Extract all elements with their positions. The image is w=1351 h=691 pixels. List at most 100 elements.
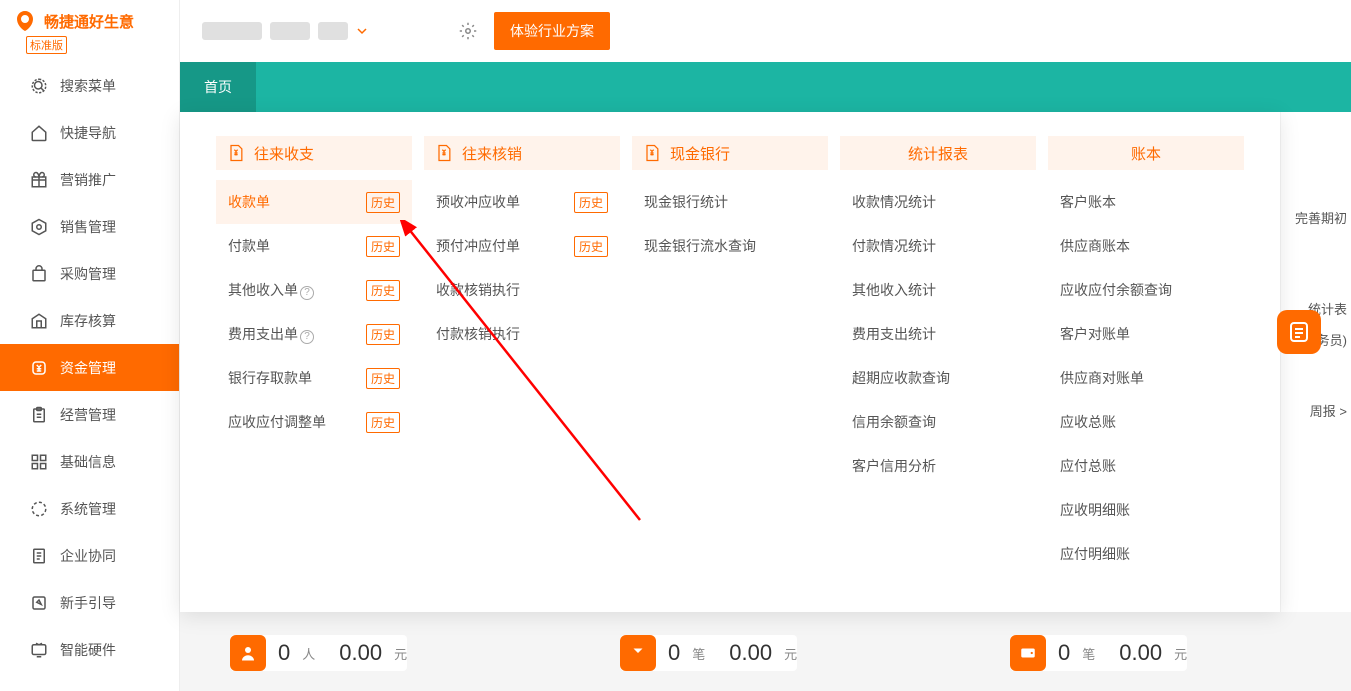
menu-item[interactable]: 收款核销执行 xyxy=(424,268,620,312)
document-icon xyxy=(434,143,454,163)
menu-item[interactable]: 应收应付调整单历史 xyxy=(216,400,412,444)
menu-item[interactable]: 客户对账单 xyxy=(1048,312,1244,356)
doc-icon xyxy=(30,547,48,565)
menu-item[interactable]: 供应商账本 xyxy=(1048,224,1244,268)
menu-item[interactable]: 信用余额查询 xyxy=(840,400,1036,444)
menu-item[interactable]: 超期应收款查询 xyxy=(840,356,1036,400)
stat-amount: 0.00 xyxy=(729,640,772,666)
compass-icon xyxy=(30,594,48,612)
right-panel-peek: 完善期初 统计表 务员) 周报 > xyxy=(1281,112,1351,612)
sidebar-item-label: 系统管理 xyxy=(60,499,116,519)
document-icon xyxy=(642,143,662,163)
menu-item-label: 供应商账本 xyxy=(1060,236,1130,256)
menu-item-label: 付款核销执行 xyxy=(436,324,520,344)
menu-column-4: 账本客户账本供应商账本应收应付余额查询客户对账单供应商对账单应收总账应付总账应收… xyxy=(1042,136,1250,588)
stat-unit: 笔 xyxy=(692,644,705,663)
sidebar-item-12[interactable]: 智能硬件 xyxy=(0,626,179,673)
history-tag[interactable]: 历史 xyxy=(366,280,400,301)
stat-people-icon xyxy=(230,635,266,671)
peek-text[interactable]: 周报 > xyxy=(1281,395,1351,426)
clipboard-icon xyxy=(30,406,48,424)
sidebar-item-5[interactable]: 库存核算 xyxy=(0,297,179,344)
menu-item[interactable]: 其他收入统计 xyxy=(840,268,1036,312)
floating-action-button[interactable] xyxy=(1277,310,1321,354)
menu-item-label: 预收冲应收单 xyxy=(436,192,520,212)
menu-item[interactable]: 付款单 历史 xyxy=(216,224,412,268)
bag-icon xyxy=(30,265,48,283)
menu-item[interactable]: 应收应付余额查询 xyxy=(1048,268,1244,312)
stat-value: 0 xyxy=(668,640,680,666)
stat-amount-unit: 元 xyxy=(784,644,797,663)
menu-item[interactable]: 费用支出单?历史 xyxy=(216,312,412,356)
sidebar-item-3[interactable]: 销售管理 xyxy=(0,203,179,250)
help-icon[interactable]: ? xyxy=(300,330,314,344)
menu-column-title: 往来收支 xyxy=(254,143,314,164)
sidebar-item-2[interactable]: 营销推广 xyxy=(0,156,179,203)
menu-column-header: 往来核销 xyxy=(424,136,620,170)
menu-item[interactable]: 其他收入单? 历史 xyxy=(216,268,412,312)
settings-button[interactable] xyxy=(456,19,480,43)
menu-item-label: 应付总账 xyxy=(1060,456,1116,476)
menu-item[interactable]: 预收冲应收单 历史 xyxy=(424,180,620,224)
menu-item[interactable]: 现金银行统计 xyxy=(632,180,828,224)
sidebar-item-10[interactable]: 企业协同 xyxy=(0,532,179,579)
history-tag[interactable]: 历史 xyxy=(366,324,400,345)
menu-item[interactable]: 预付冲应付单历史 xyxy=(424,224,620,268)
menu-item[interactable]: 应收总账 xyxy=(1048,400,1244,444)
sidebar-item-7[interactable]: 经营管理 xyxy=(0,391,179,438)
loading-icon xyxy=(30,500,48,518)
menu-item[interactable]: 客户信用分析 xyxy=(840,444,1036,488)
menu-item[interactable]: 收款单 历史 xyxy=(216,180,412,224)
sidebar-item-8[interactable]: 基础信息 xyxy=(0,438,179,485)
menu-item[interactable]: 供应商对账单 xyxy=(1048,356,1244,400)
menu-column-header: 账本 xyxy=(1048,136,1244,170)
history-tag[interactable]: 历史 xyxy=(574,236,608,257)
sidebar-item-11[interactable]: 新手引导 xyxy=(0,579,179,626)
menu-column-title: 往来核销 xyxy=(462,143,522,164)
menu-column-2: 现金银行现金银行统计现金银行流水查询 xyxy=(626,136,834,588)
menu-item[interactable]: 收款情况统计 xyxy=(840,180,1036,224)
sidebar-item-1[interactable]: 快捷导航 xyxy=(0,109,179,156)
tv-icon xyxy=(30,641,48,659)
menu-item-label: 超期应收款查询 xyxy=(852,368,950,388)
menu-item[interactable]: 应付总账 xyxy=(1048,444,1244,488)
gift-icon xyxy=(30,171,48,189)
history-tag[interactable]: 历史 xyxy=(574,192,608,213)
menu-item-label: 收款单 xyxy=(228,192,270,212)
menu-item[interactable]: 付款核销执行 xyxy=(424,312,620,356)
cta-button[interactable]: 体验行业方案 xyxy=(494,12,610,50)
sidebar-item-0[interactable]: 搜索菜单 xyxy=(0,62,179,109)
sidebar-item-6[interactable]: 资金管理 xyxy=(0,344,179,391)
menu-item[interactable]: 应收明细账 xyxy=(1048,488,1244,532)
menu-column-title: 统计报表 xyxy=(908,143,968,164)
gear-icon xyxy=(459,22,477,40)
history-tag[interactable]: 历史 xyxy=(366,412,400,433)
stat-money-icon xyxy=(620,635,656,671)
menu-item-label: 客户对账单 xyxy=(1060,324,1130,344)
help-icon[interactable]: ? xyxy=(300,286,314,300)
menu-item[interactable]: 银行存取款单历史 xyxy=(216,356,412,400)
menu-item[interactable]: 现金银行流水查询 xyxy=(632,224,828,268)
menu-item[interactable]: 付款情况统计 xyxy=(840,224,1036,268)
menu-item-label: 供应商对账单 xyxy=(1060,368,1144,388)
menu-item-label: 付款单 xyxy=(228,236,270,256)
history-tag[interactable]: 历史 xyxy=(366,368,400,389)
history-tag[interactable]: 历史 xyxy=(366,192,400,213)
menu-item-label: 其他收入统计 xyxy=(852,280,936,300)
menu-item-label: 其他收入单? xyxy=(228,280,314,300)
sidebar-item-label: 经营管理 xyxy=(60,405,116,425)
stat-amount-unit: 元 xyxy=(1174,644,1187,663)
tab-home[interactable]: 首页 xyxy=(180,62,256,112)
menu-item[interactable]: 应付明细账 xyxy=(1048,532,1244,576)
menu-item[interactable]: 客户账本 xyxy=(1048,180,1244,224)
sidebar-item-4[interactable]: 采购管理 xyxy=(0,250,179,297)
menu-column-1: 往来核销预收冲应收单历史预付冲应付单历史收款核销执行付款核销执行 xyxy=(418,136,626,588)
sidebar-item-9[interactable]: 系统管理 xyxy=(0,485,179,532)
history-tag[interactable]: 历史 xyxy=(366,236,400,257)
menu-item[interactable]: 费用支出统计 xyxy=(840,312,1036,356)
menu-item-label: 付款情况统计 xyxy=(852,236,936,256)
org-selector[interactable] xyxy=(202,16,442,46)
topbar: 体验行业方案 xyxy=(180,0,1351,62)
peek-text: 完善期初 xyxy=(1281,202,1351,233)
menu-item-label: 现金银行统计 xyxy=(644,192,728,212)
